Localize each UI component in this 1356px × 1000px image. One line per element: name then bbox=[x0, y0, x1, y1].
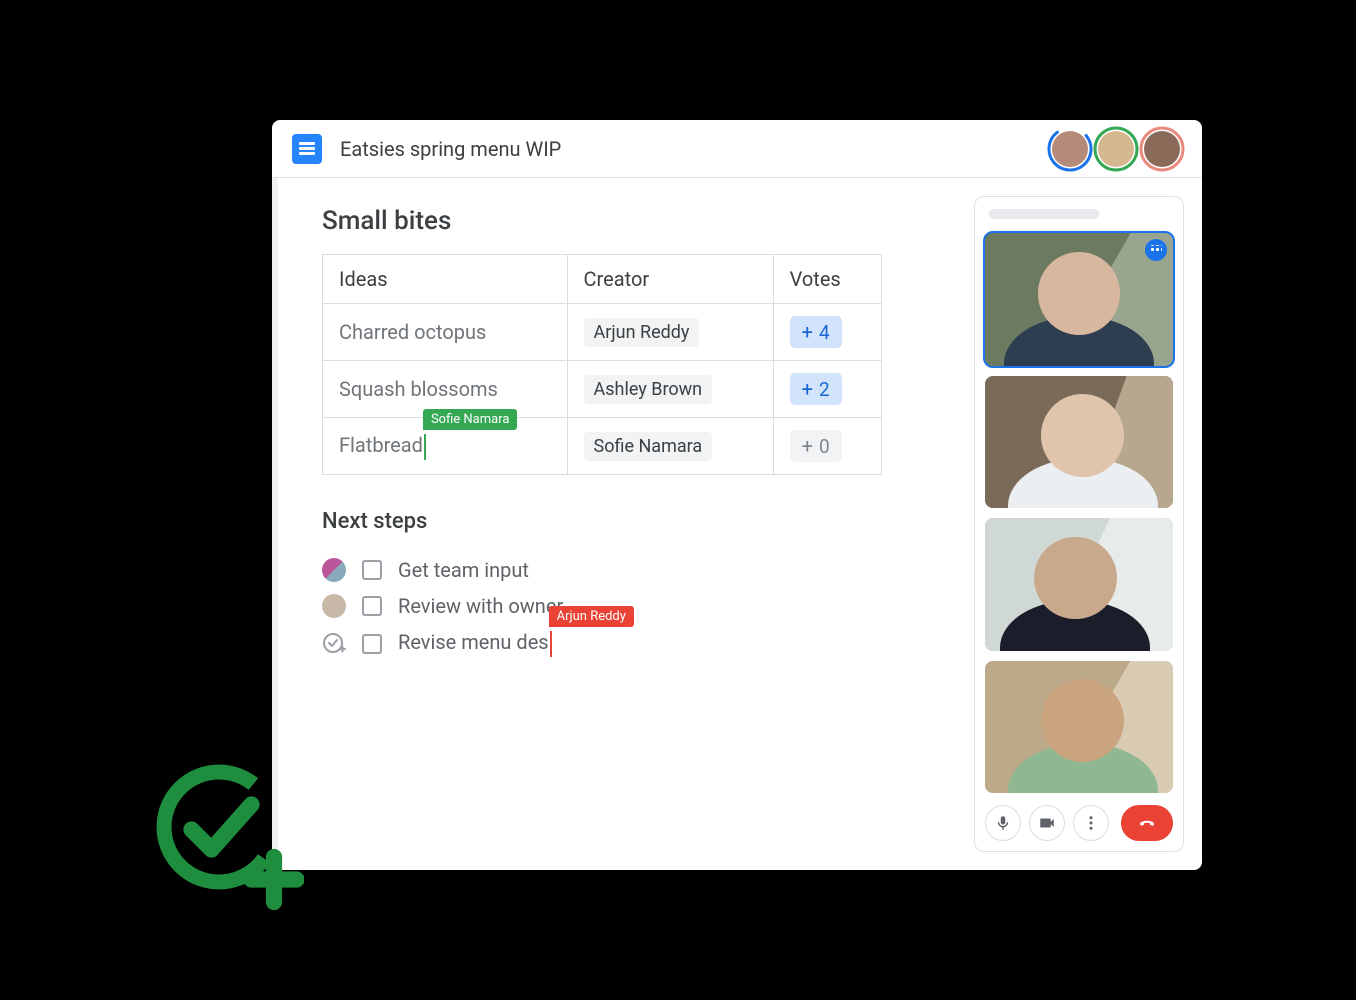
checklist: Get team input Review with owner Revise … bbox=[322, 552, 940, 663]
table-row[interactable]: Charred octopus Arjun Reddy +4 bbox=[323, 304, 882, 361]
creator-chip[interactable]: Sofie Namara bbox=[584, 432, 713, 461]
document-canvas[interactable]: Small bites Ideas Creator Votes Charred … bbox=[272, 178, 974, 870]
table-row[interactable]: Squash blossoms Ashley Brown +2 bbox=[323, 361, 882, 418]
meet-controls bbox=[985, 805, 1173, 841]
creator-cell[interactable]: Ashley Brown bbox=[567, 361, 773, 418]
mic-button[interactable] bbox=[985, 805, 1021, 841]
collab-cursor-red: Arjun Reddy bbox=[549, 630, 552, 657]
col-header-votes: Votes bbox=[773, 255, 881, 304]
votes-cell[interactable]: +0 bbox=[773, 418, 881, 475]
checklist-item[interactable]: Revise menu desArjun Reddy bbox=[322, 624, 940, 663]
creator-chip[interactable]: Ashley Brown bbox=[584, 375, 713, 404]
table-header-row: Ideas Creator Votes bbox=[323, 255, 882, 304]
header-bar: Eatsies spring menu WIP bbox=[272, 120, 1202, 178]
ideas-table[interactable]: Ideas Creator Votes Charred octopus Arju… bbox=[322, 254, 882, 475]
app-window: Eatsies spring menu WIP Small bites Idea… bbox=[272, 120, 1202, 870]
checklist-text[interactable]: Revise menu desArjun Reddy bbox=[398, 630, 552, 657]
vote-chip[interactable]: +2 bbox=[790, 373, 842, 405]
collaborator-avatars bbox=[1050, 129, 1182, 169]
meet-tile[interactable] bbox=[985, 376, 1173, 508]
checkbox[interactable] bbox=[362, 634, 382, 654]
creator-cell[interactable]: Sofie Namara bbox=[567, 418, 773, 475]
meet-tile[interactable] bbox=[985, 233, 1173, 365]
meet-side-panel bbox=[974, 196, 1184, 852]
vote-chip[interactable]: +4 bbox=[790, 316, 842, 348]
document-title[interactable]: Eatsies spring menu WIP bbox=[340, 137, 561, 161]
col-header-ideas: Ideas bbox=[323, 255, 568, 304]
votes-cell[interactable]: +2 bbox=[773, 361, 881, 418]
checklist-text[interactable]: Review with owner bbox=[398, 594, 563, 618]
check-plus-decorative-icon bbox=[154, 762, 304, 912]
meet-tile[interactable] bbox=[985, 661, 1173, 793]
idea-cell[interactable]: Charred octopus bbox=[323, 304, 568, 361]
section-heading-next-steps: Next steps bbox=[322, 509, 940, 534]
assignee-avatar-icon[interactable] bbox=[322, 594, 346, 618]
idea-cell[interactable]: FlatbreadSofie Namara bbox=[323, 418, 568, 475]
camera-button[interactable] bbox=[1029, 805, 1065, 841]
checklist-text[interactable]: Get team input bbox=[398, 558, 529, 582]
collaborator-avatar[interactable] bbox=[1050, 129, 1090, 169]
meet-tile[interactable] bbox=[985, 518, 1173, 650]
meet-title-placeholder bbox=[989, 209, 1099, 219]
creator-chip[interactable]: Arjun Reddy bbox=[584, 318, 700, 347]
col-header-creator: Creator bbox=[567, 255, 773, 304]
checkbox[interactable] bbox=[362, 560, 382, 580]
checklist-item[interactable]: Get team input bbox=[322, 552, 940, 588]
end-call-button[interactable] bbox=[1121, 805, 1173, 841]
collaborator-avatar[interactable] bbox=[1142, 129, 1182, 169]
google-docs-icon[interactable] bbox=[292, 134, 322, 164]
more-options-button[interactable] bbox=[1073, 805, 1109, 841]
creator-cell[interactable]: Arjun Reddy bbox=[567, 304, 773, 361]
checkbox[interactable] bbox=[362, 596, 382, 616]
collaborator-avatar[interactable] bbox=[1096, 129, 1136, 169]
assign-task-icon[interactable] bbox=[322, 632, 346, 656]
votes-cell[interactable]: +4 bbox=[773, 304, 881, 361]
collab-cursor-green: Sofie Namara bbox=[423, 433, 426, 460]
section-heading-small-bites: Small bites bbox=[322, 206, 940, 236]
assignee-multi-icon[interactable] bbox=[322, 558, 346, 582]
body-area: Small bites Ideas Creator Votes Charred … bbox=[272, 178, 1202, 870]
vote-chip[interactable]: +0 bbox=[790, 430, 842, 462]
table-row[interactable]: FlatbreadSofie Namara Sofie Namara +0 bbox=[323, 418, 882, 475]
